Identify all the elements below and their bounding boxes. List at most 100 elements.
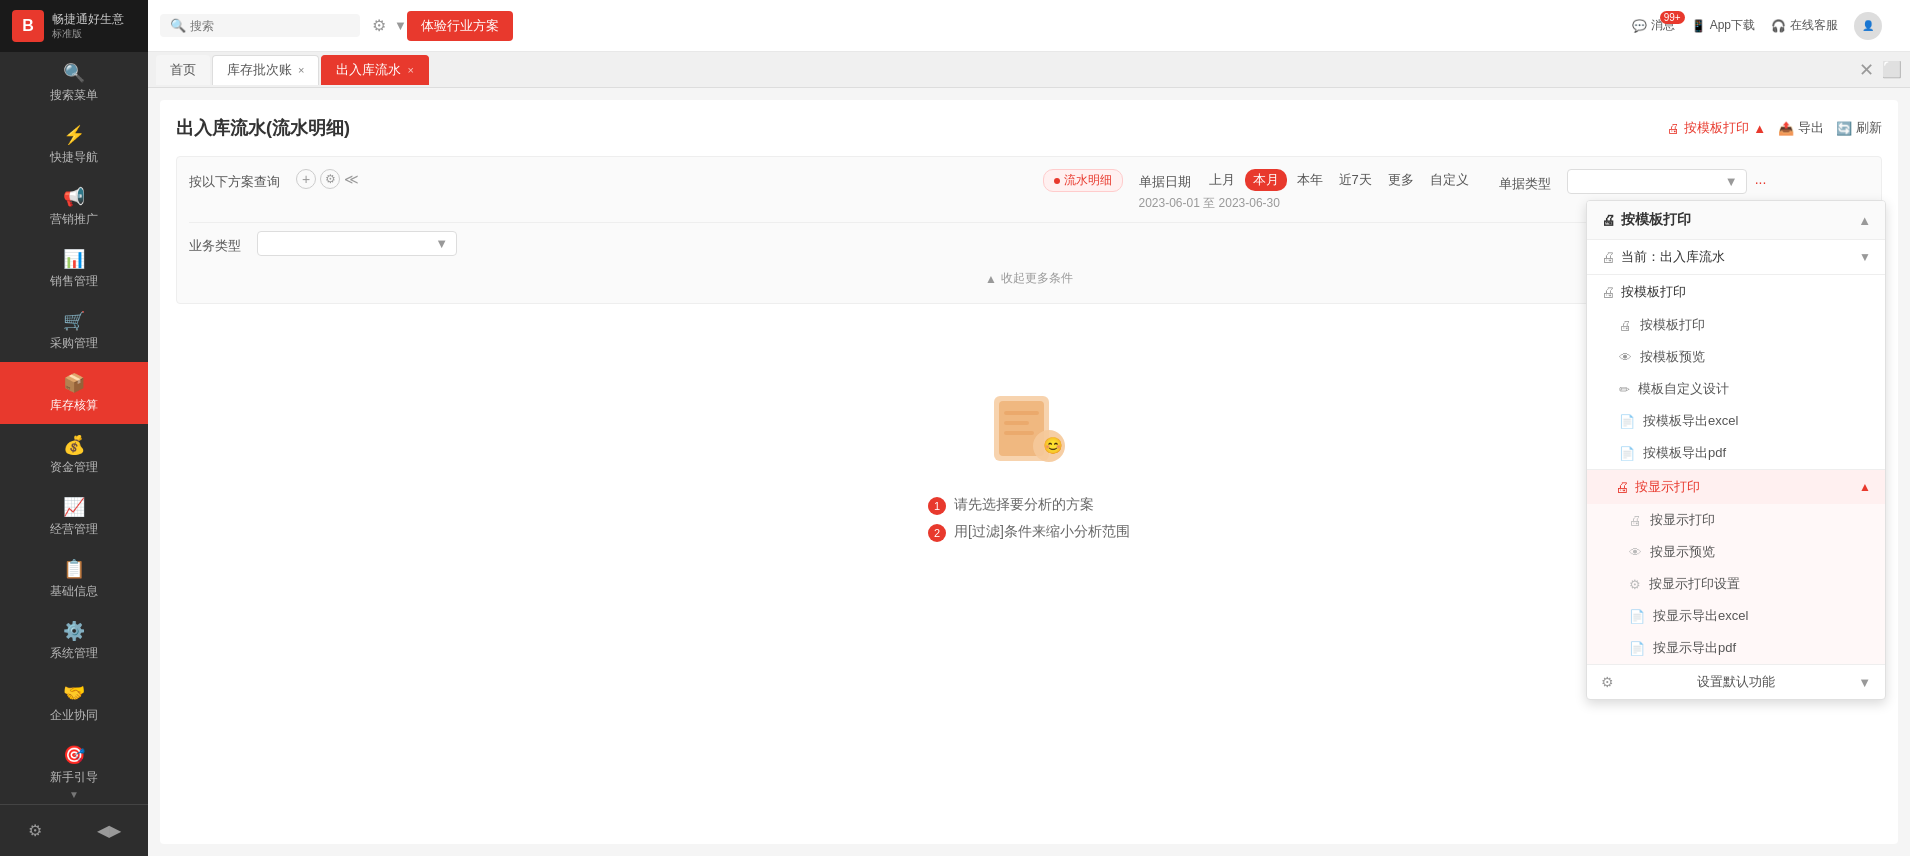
date-filter-group: 单据日期 上月 本月 本年 近7天 更多 自定义 bbox=[1139, 169, 1475, 212]
main-area: 🔍 ⚙ ▼ 体验行业方案 💬 消息 99+ 📱 App下载 🎧 bbox=[148, 0, 1910, 856]
sidebar-item-inventory[interactable]: 📦 库存核算 bbox=[0, 362, 148, 424]
top-bar-tools: ⚙ ▼ bbox=[372, 16, 407, 35]
filter-settings-btn[interactable]: ⚙ bbox=[320, 169, 340, 189]
dropdown-item-display-pdf[interactable]: 📄 按显示导出pdf bbox=[1587, 632, 1885, 664]
template-print-section: 🖨 按模板打印 🖨 按模板打印 👁 按模板预览 bbox=[1587, 275, 1885, 470]
refresh-btn[interactable]: 🔄 刷新 bbox=[1836, 119, 1882, 137]
date-this-year[interactable]: 本年 bbox=[1291, 169, 1329, 191]
biz-type-select[interactable]: ▼ bbox=[257, 231, 457, 256]
sidebar-item-finance[interactable]: 💰 资金管理 bbox=[0, 424, 148, 486]
dropdown-item-template-preview[interactable]: 👁 按模板预览 bbox=[1587, 341, 1885, 373]
display-print-section-header[interactable]: 🖨 按显示打印 ▲ bbox=[1587, 470, 1885, 504]
dropdown-item-template-excel[interactable]: 📄 按模板导出excel bbox=[1587, 405, 1885, 437]
topbar-dropdown-icon[interactable]: ▼ bbox=[394, 18, 407, 33]
topbar-gear-icon[interactable]: ⚙ bbox=[372, 16, 386, 35]
date-more[interactable]: 更多 bbox=[1382, 169, 1420, 191]
dropdown-item-display-print[interactable]: 🖨 按显示打印 bbox=[1587, 504, 1885, 536]
date-last-7[interactable]: 近7天 bbox=[1333, 169, 1378, 191]
print-expand-icon[interactable]: ▲ bbox=[1753, 121, 1766, 136]
collapse-icon[interactable]: ◀▶ bbox=[91, 815, 127, 846]
logo-name: 畅捷通好生意 bbox=[52, 11, 124, 28]
dropdown-item-display-excel[interactable]: 📄 按显示导出excel bbox=[1587, 600, 1885, 632]
search-box[interactable]: 🔍 bbox=[160, 14, 360, 37]
dropdown-item-display-settings[interactable]: ⚙ 按显示打印设置 bbox=[1587, 568, 1885, 600]
tag-dot bbox=[1054, 178, 1060, 184]
template-section-icon: 🖨 bbox=[1601, 284, 1615, 300]
tab-home[interactable]: 首页 bbox=[156, 55, 210, 85]
dropdown-current-section: 🖨 当前：出入库流水 ▼ bbox=[1587, 240, 1885, 275]
dropdown-item-display-preview[interactable]: 👁 按显示预览 bbox=[1587, 536, 1885, 568]
item-display-preview-label: 按显示预览 bbox=[1650, 543, 1715, 561]
tab-batch-account[interactable]: 库存批次账 × bbox=[212, 55, 319, 85]
sidebar-icon-quick-nav: ⚡ bbox=[63, 124, 85, 146]
sidebar-item-search[interactable]: 🔍 搜索菜单 bbox=[0, 52, 148, 114]
date-this-month[interactable]: 本月 bbox=[1245, 169, 1287, 191]
step-1-text: 请先选择要分析的方案 bbox=[954, 496, 1094, 514]
message-btn[interactable]: 💬 消息 99+ bbox=[1632, 17, 1675, 34]
empty-illustration: 😊 bbox=[979, 376, 1079, 476]
display-print-section: 🖨 按显示打印 ▲ 🖨 按显示打印 👁 按显示预览 bbox=[1587, 470, 1885, 665]
current-template-arrow[interactable]: ▼ bbox=[1859, 250, 1871, 264]
date-last-month[interactable]: 上月 bbox=[1203, 169, 1241, 191]
dropdown-footer[interactable]: ⚙ 设置默认功能 ▼ bbox=[1587, 665, 1885, 699]
footer-label: 设置默认功能 bbox=[1697, 673, 1775, 691]
tab-batch-account-close[interactable]: × bbox=[298, 64, 304, 76]
dropdown-print-icon: 🖨 bbox=[1601, 212, 1615, 228]
dropdown-item-template-pdf[interactable]: 📄 按模板导出pdf bbox=[1587, 437, 1885, 469]
empty-step-2: 2 用[过滤]条件来缩小分析范围 bbox=[928, 523, 1130, 542]
close-icon[interactable]: ✕ bbox=[1859, 59, 1874, 81]
user-avatar[interactable]: 👤 bbox=[1854, 12, 1882, 40]
sidebar-label-quick-nav: 快捷导航 bbox=[50, 149, 98, 166]
scroll-down-icon[interactable]: ▼ bbox=[69, 789, 79, 800]
sidebar-item-marketing[interactable]: 📢 营销推广 bbox=[0, 176, 148, 238]
sidebar-icon-enterprise: 🤝 bbox=[63, 682, 85, 704]
online-service-btn[interactable]: 🎧 在线客服 bbox=[1771, 17, 1838, 34]
industry-btn[interactable]: 体验行业方案 bbox=[407, 11, 513, 41]
app-download-btn[interactable]: 📱 App下载 bbox=[1691, 17, 1755, 34]
export-label: 导出 bbox=[1798, 119, 1824, 137]
dropdown-collapse-arrow[interactable]: ▲ bbox=[1858, 213, 1871, 228]
template-print-label: 按模板打印 bbox=[1684, 119, 1749, 137]
sidebar-item-basic-info[interactable]: 📋 基础信息 bbox=[0, 548, 148, 610]
export-btn[interactable]: 📤 导出 bbox=[1778, 119, 1824, 137]
template-print-section-header[interactable]: 🖨 按模板打印 bbox=[1587, 275, 1885, 309]
search-input[interactable] bbox=[190, 19, 330, 33]
sidebar-label-finance: 资金管理 bbox=[50, 459, 98, 476]
filter-tag-label: 流水明细 bbox=[1064, 172, 1112, 189]
sidebar-label-sales: 销售管理 bbox=[50, 273, 98, 290]
page-content: 出入库流水(流水明细) 🖨 按模板打印 ▲ 📤 导出 🔄 bbox=[148, 88, 1910, 856]
dropdown-item-template-print[interactable]: 🖨 按模板打印 bbox=[1587, 309, 1885, 341]
sidebar-item-quick-nav[interactable]: ⚡ 快捷导航 bbox=[0, 114, 148, 176]
filter-active-tag[interactable]: 流水明细 bbox=[1043, 169, 1123, 192]
settings-icon[interactable]: ⚙ bbox=[22, 815, 48, 846]
collapse-label: 收起更多条件 bbox=[1001, 270, 1073, 287]
doc-type-more[interactable]: ··· bbox=[1755, 174, 1767, 190]
template-print-btn[interactable]: 🖨 按模板打印 ▲ bbox=[1667, 119, 1766, 137]
sidebar-scroll-down[interactable]: ▼ bbox=[0, 785, 148, 804]
empty-steps: 1 请先选择要分析的方案 2 用[过滤]条件来缩小分析范围 bbox=[928, 496, 1130, 550]
sidebar-item-guide[interactable]: 🎯 新手引导 bbox=[0, 734, 148, 785]
top-bar: 🔍 ⚙ ▼ 体验行业方案 💬 消息 99+ 📱 App下载 🎧 bbox=[148, 0, 1910, 52]
empty-step-1: 1 请先选择要分析的方案 bbox=[928, 496, 1130, 515]
sidebar-bottom: ⚙ ◀▶ bbox=[0, 804, 148, 856]
export-icon: 📤 bbox=[1778, 121, 1794, 136]
display-print-arrow[interactable]: ▲ bbox=[1859, 480, 1871, 494]
filter-add-btn[interactable]: + bbox=[296, 169, 316, 189]
logo-icon: B bbox=[12, 10, 44, 42]
tab-in-out-flow[interactable]: 出入库流水 × bbox=[321, 55, 428, 85]
tab-in-out-flow-close[interactable]: × bbox=[407, 64, 413, 76]
item-display-preview-icon: 👁 bbox=[1629, 545, 1642, 560]
doc-type-select[interactable]: ▼ bbox=[1567, 169, 1747, 194]
sidebar-item-sales[interactable]: 📊 销售管理 bbox=[0, 238, 148, 300]
sidebar-item-operations[interactable]: 📈 经营管理 bbox=[0, 486, 148, 548]
sidebar-item-purchase[interactable]: 🛒 采购管理 bbox=[0, 300, 148, 362]
sidebar-item-enterprise[interactable]: 🤝 企业协同 bbox=[0, 672, 148, 734]
filter-collapse-left[interactable]: ≪ bbox=[344, 171, 359, 187]
tabs-bar: 首页 库存批次账 × 出入库流水 × ✕ ⬜ bbox=[148, 52, 1910, 88]
sidebar-item-system[interactable]: ⚙️ 系统管理 bbox=[0, 610, 148, 672]
dropdown-title-text: 按模板打印 bbox=[1621, 211, 1691, 229]
current-template-header[interactable]: 🖨 当前：出入库流水 ▼ bbox=[1587, 240, 1885, 274]
dropdown-item-template-custom[interactable]: ✏ 模板自定义设计 bbox=[1587, 373, 1885, 405]
date-custom[interactable]: 自定义 bbox=[1424, 169, 1475, 191]
maximize-icon[interactable]: ⬜ bbox=[1882, 60, 1902, 79]
